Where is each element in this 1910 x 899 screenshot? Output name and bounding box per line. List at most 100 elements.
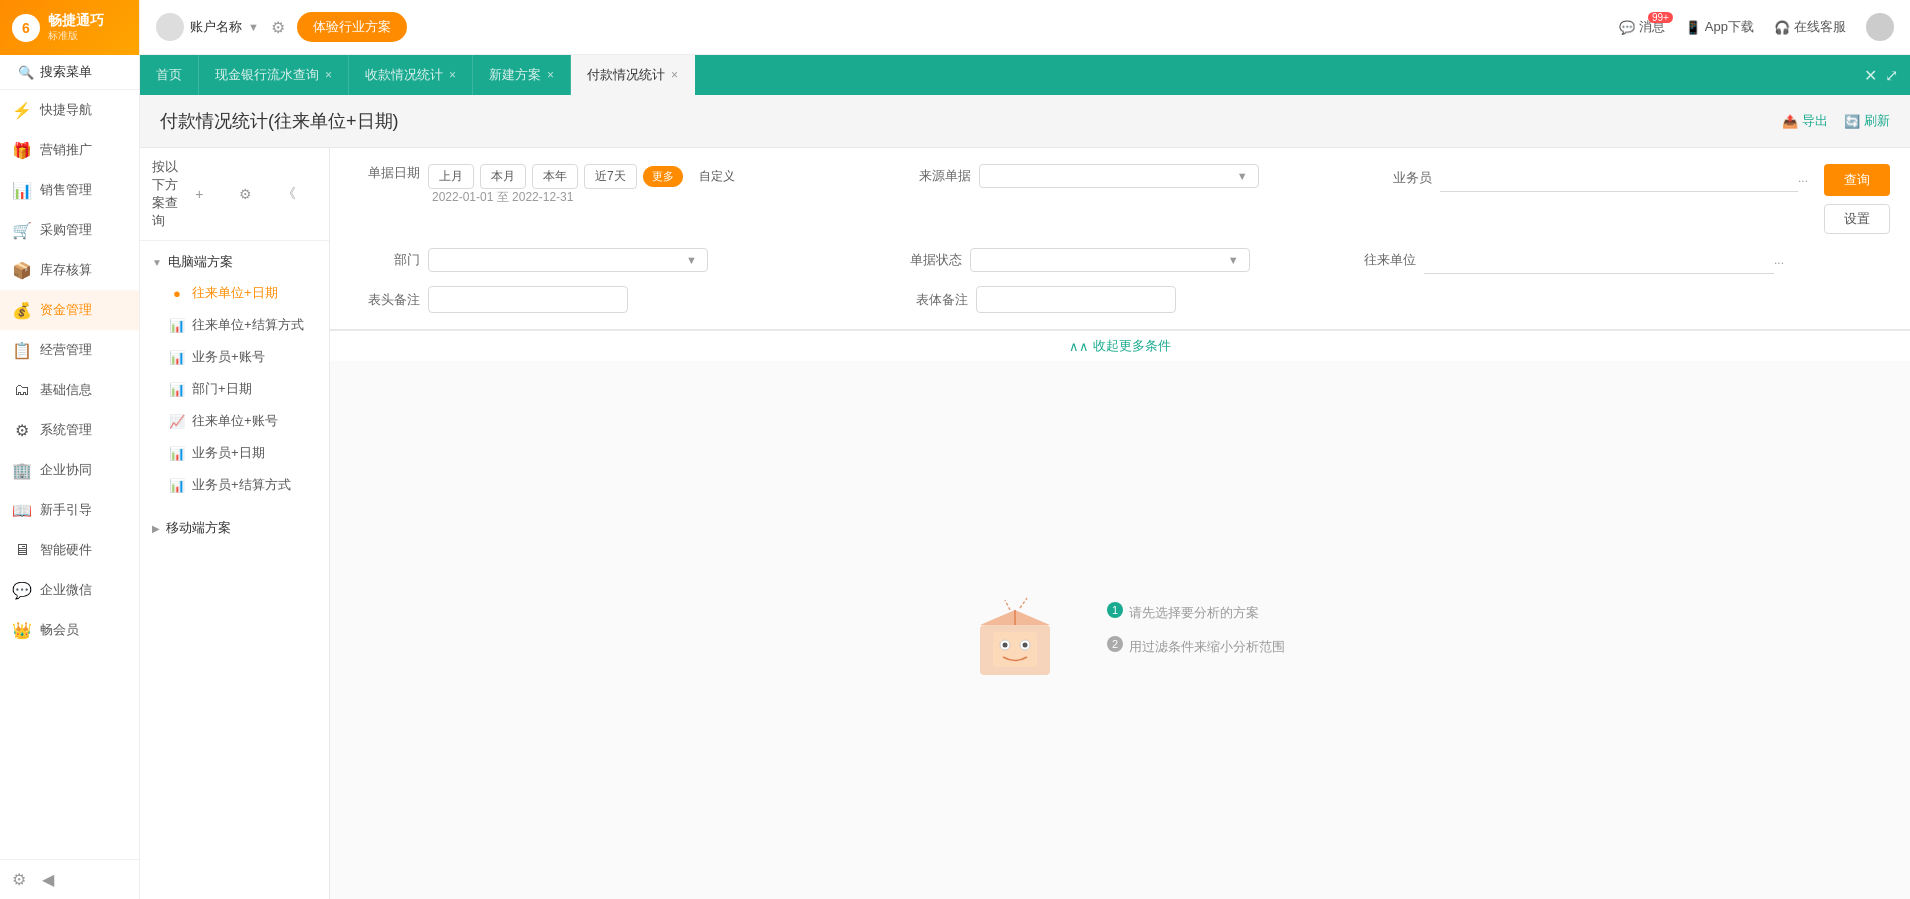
desktop-group-title[interactable]: ▼ 电脑端方案 [140, 247, 329, 277]
svg-rect-2 [993, 632, 1037, 667]
scheme-panel-title: 按以下方案查询 [152, 158, 187, 230]
sidebar-item-guide[interactable]: 📖 新手引导 [0, 490, 139, 530]
scheme-item-partner-settlement[interactable]: 📊 往来单位+结算方式 [140, 309, 329, 341]
user-avatar[interactable] [1866, 13, 1894, 41]
system-label: 系统管理 [40, 421, 92, 439]
settings-btn[interactable]: 设置 [1824, 204, 1890, 234]
sidebar-item-marketing[interactable]: 🎁 营销推广 [0, 130, 139, 170]
collapse-filter-btn[interactable]: ∧∧ 收起更多条件 [330, 330, 1910, 361]
settings-bottom-icon[interactable]: ⚙ [12, 870, 26, 889]
scheme-chart-icon-4: 📈 [168, 412, 186, 430]
sidebar-item-finance[interactable]: 💰 资金管理 [0, 290, 139, 330]
query-btn[interactable]: 查询 [1824, 164, 1890, 196]
sidebar-item-hardware[interactable]: 🖥 智能硬件 [0, 530, 139, 570]
partner-dots[interactable]: ... [1774, 253, 1784, 267]
empty-svg [955, 570, 1075, 690]
tab-home[interactable]: 首页 [140, 55, 199, 95]
body-note-input[interactable] [976, 286, 1176, 313]
scheme-panel: 按以下方案查询 + ⚙ 《 ▼ 电脑端方案 ● 往来单位+日期 📊 往来单位+结… [140, 148, 330, 899]
tab-payment-close[interactable]: × [671, 68, 678, 82]
sidebar-item-basic[interactable]: 🗂 基础信息 [0, 370, 139, 410]
desktop-arrow-icon: ▼ [152, 257, 162, 268]
filter-area: 单据日期 上月 本月 本年 近7天 更多 自定义 2022-01-01 至 20… [330, 148, 1910, 899]
more-dates-btn[interactable]: 更多 [643, 166, 683, 187]
tab-income-stats-label: 收款情况统计 [365, 66, 443, 84]
trial-btn[interactable]: 体验行业方案 [297, 12, 407, 42]
tab-new-plan[interactable]: 新建方案 × [473, 55, 571, 95]
mobile-group-title[interactable]: ▶ 移动端方案 [140, 513, 329, 543]
service-label: 在线客服 [1794, 18, 1846, 36]
doc-status-label: 单据状态 [892, 251, 962, 269]
scheme-collapse-icon[interactable]: 《 [282, 185, 317, 203]
inventory-label: 库存核算 [40, 261, 92, 279]
last-month-btn[interactable]: 上月 [428, 164, 474, 189]
message-icon: 💬 [1619, 20, 1635, 35]
scheme-item-dept-date[interactable]: 📊 部门+日期 [140, 373, 329, 405]
sidebar-item-purchase[interactable]: 🛒 采购管理 [0, 210, 139, 250]
empty-illustration [955, 570, 1075, 690]
head-note-label: 表头备注 [350, 291, 420, 309]
doc-status-select[interactable]: ▼ [970, 248, 1250, 272]
sidebar-item-enterprise[interactable]: 🏢 企业协同 [0, 450, 139, 490]
sidebar-item-system[interactable]: ⚙ 系统管理 [0, 410, 139, 450]
wechat-label: 企业微信 [40, 581, 92, 599]
account-area[interactable]: 账户名称 ▼ [156, 13, 259, 41]
sidebar-item-inventory[interactable]: 📦 库存核算 [0, 250, 139, 290]
app-download-btn[interactable]: 📱 App下载 [1685, 18, 1754, 36]
mobile-scheme-group: ▶ 移动端方案 [140, 507, 329, 549]
sidebar-item-member[interactable]: 👑 畅会员 [0, 610, 139, 650]
scheme-item-salesman-settlement[interactable]: 📊 业务员+结算方式 [140, 469, 329, 501]
this-month-btn[interactable]: 本月 [480, 164, 526, 189]
scheme-item-salesman-account[interactable]: 📊 业务员+账号 [140, 341, 329, 373]
tab-bank-flow-label: 现金银行流水查询 [215, 66, 319, 84]
messages-btn[interactable]: 💬 消息 99+ [1619, 18, 1665, 36]
topbar-settings-icon[interactable]: ⚙ [271, 18, 285, 37]
refresh-icon: 🔄 [1844, 114, 1860, 129]
export-btn[interactable]: 📤 导出 [1782, 112, 1828, 130]
tab-income-stats[interactable]: 收款情况统计 × [349, 55, 473, 95]
brand-name: 畅捷通巧 [48, 12, 104, 29]
expand-icon[interactable]: ⤢ [1885, 66, 1898, 85]
tab-payment-stats[interactable]: 付款情况统计 × [571, 55, 695, 95]
this-year-btn[interactable]: 本年 [532, 164, 578, 189]
scheme-item-salesman-date[interactable]: 📊 业务员+日期 [140, 437, 329, 469]
account-name: 账户名称 [190, 18, 242, 36]
phone-icon: 📱 [1685, 20, 1701, 35]
partner-input[interactable] [1424, 246, 1774, 274]
account-avatar [156, 13, 184, 41]
scheme-add-icon[interactable]: + [195, 186, 230, 202]
scheme-item-partner-account[interactable]: 📈 往来单位+账号 [140, 405, 329, 437]
tip-num-1: 1 [1107, 602, 1123, 618]
tab-actions: ✕ ⤢ [1852, 66, 1910, 85]
finance-label: 资金管理 [40, 301, 92, 319]
quick-nav-icon: ⚡ [12, 100, 32, 120]
date-label: 单据日期 [350, 164, 420, 182]
tab-bank-flow-close[interactable]: × [325, 68, 332, 82]
dept-select[interactable]: ▼ [428, 248, 708, 272]
salesman-input[interactable] [1440, 164, 1798, 192]
scheme-settings-icon[interactable]: ⚙ [239, 186, 274, 202]
tip-text-1: 请先选择要分析的方案 [1129, 600, 1259, 626]
head-note-input[interactable] [428, 286, 628, 313]
tab-income-close[interactable]: × [449, 68, 456, 82]
tab-new-plan-close[interactable]: × [547, 68, 554, 82]
source-select[interactable]: ▼ [979, 164, 1259, 188]
collapse-sidebar-icon[interactable]: ◀ [42, 870, 54, 889]
sidebar-item-wechat[interactable]: 💬 企业微信 [0, 570, 139, 610]
content-area: 按以下方案查询 + ⚙ 《 ▼ 电脑端方案 ● 往来单位+日期 📊 往来单位+结… [140, 148, 1910, 899]
sidebar-item-quick-nav[interactable]: ⚡ 快捷导航 [0, 90, 139, 130]
desktop-group-label: 电脑端方案 [168, 253, 233, 271]
sidebar-item-operation[interactable]: 📋 经营管理 [0, 330, 139, 370]
topbar-right: 💬 消息 99+ 📱 App下载 🎧 在线客服 [1619, 13, 1894, 41]
scheme-item-partner-date[interactable]: ● 往来单位+日期 [140, 277, 329, 309]
tab-bank-flow[interactable]: 现金银行流水查询 × [199, 55, 349, 95]
online-service-btn[interactable]: 🎧 在线客服 [1774, 18, 1846, 36]
sidebar-search-row[interactable]: 🔍 搜索菜单 [0, 55, 139, 90]
date-range-text: 2022-01-01 至 2022-12-31 [432, 189, 745, 206]
salesman-dots[interactable]: ... [1798, 171, 1808, 185]
last-7days-btn[interactable]: 近7天 [584, 164, 637, 189]
close-all-icon[interactable]: ✕ [1864, 66, 1877, 85]
custom-date-btn[interactable]: 自定义 [689, 165, 745, 188]
sidebar-item-sales[interactable]: 📊 销售管理 [0, 170, 139, 210]
refresh-btn[interactable]: 🔄 刷新 [1844, 112, 1890, 130]
